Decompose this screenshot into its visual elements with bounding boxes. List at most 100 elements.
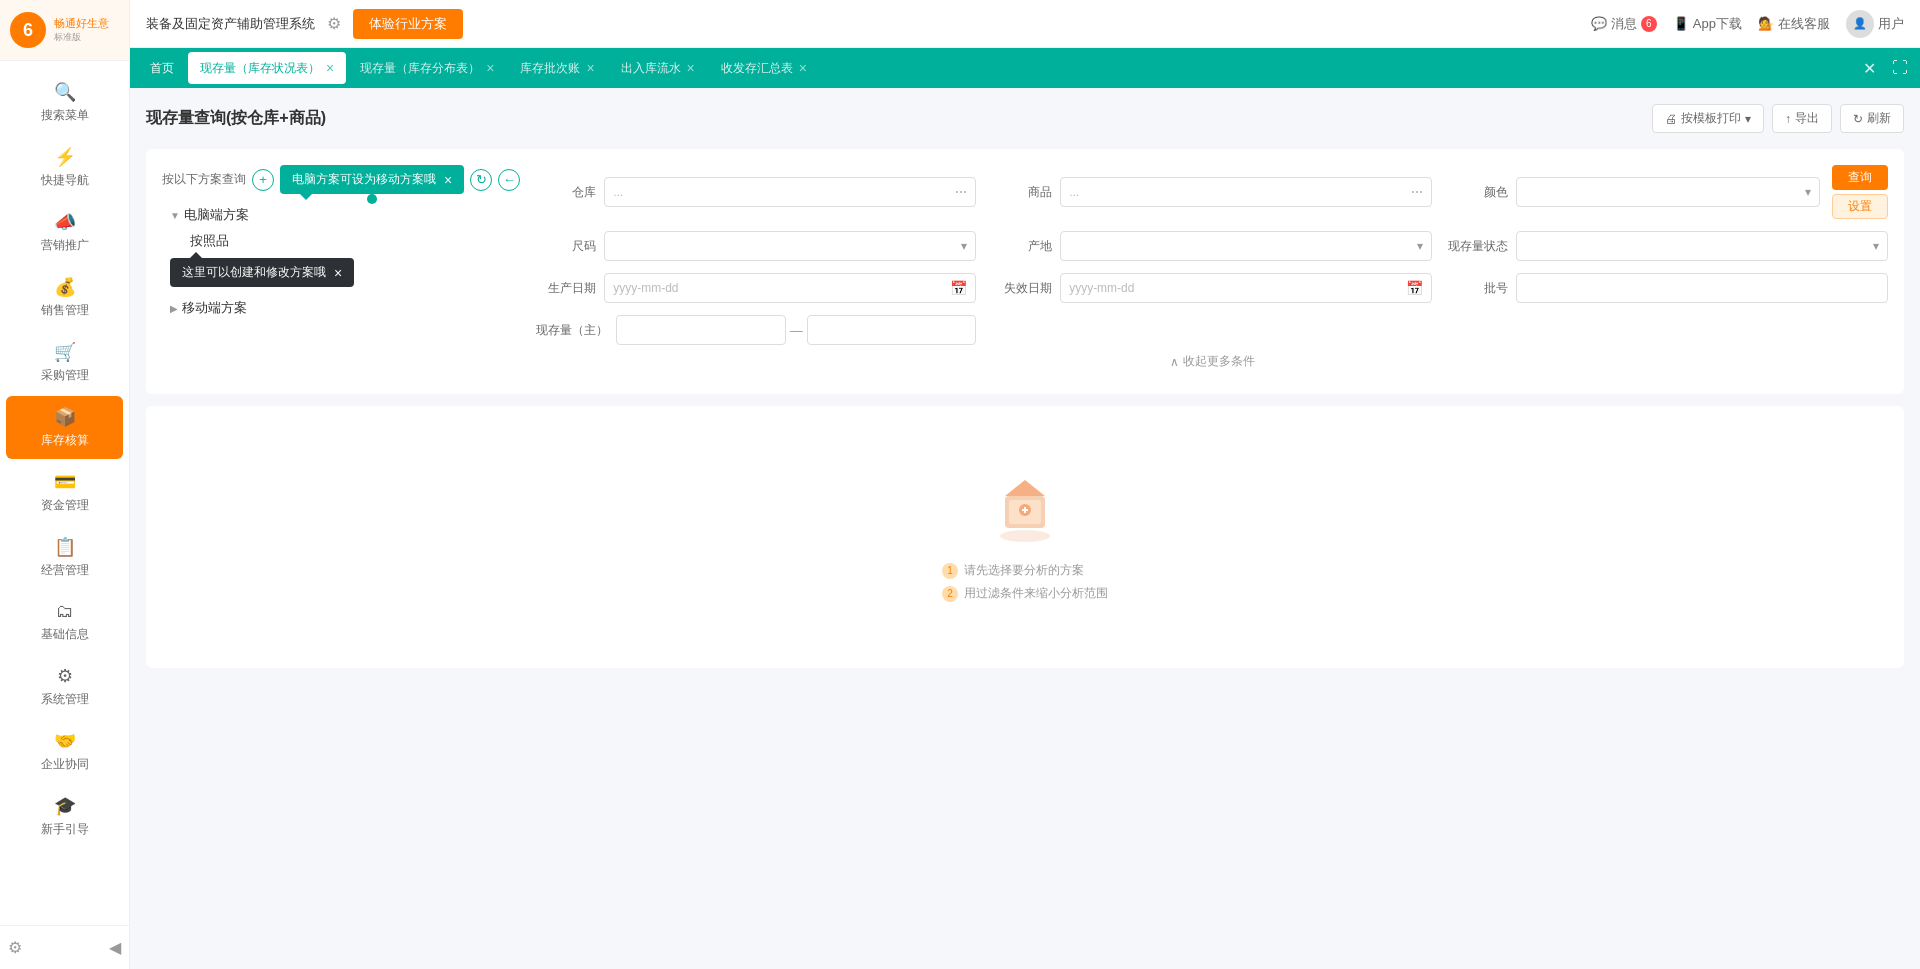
scheme-item-mobile[interactable]: ▶ 移动端方案 (162, 295, 520, 321)
tab-close-in-out-flow[interactable]: × (687, 60, 695, 76)
tab-stock-dist[interactable]: 现存量（库存分布表） × (348, 52, 506, 84)
scheme-item-pc[interactable]: ▼ 电脑端方案 (162, 202, 520, 228)
pc-sub-scheme[interactable]: 按照品 (162, 228, 520, 254)
phone-icon: 📱 (1673, 16, 1689, 31)
sidebar-item-quick-nav[interactable]: ⚡ 快捷导航 (6, 136, 123, 199)
filter-size-row: 尺码 ▾ (536, 231, 976, 261)
sidebar-bottom: ⚙ ◀ (0, 925, 129, 969)
filter-expiry-date-row: 失效日期 yyyy-mm-dd 📅 (992, 273, 1432, 303)
experience-btn[interactable]: 体验行业方案 (353, 9, 463, 39)
filter-header-row: 按以下方案查询 + 电脑方案可设为移动方案哦 × ↻ (162, 165, 520, 194)
sidebar-item-sales[interactable]: 💰 销售管理 (6, 266, 123, 329)
online-service-item[interactable]: 💁 在线客服 (1758, 15, 1830, 33)
filter-grid: 仓库 ... ⋯ 商品 ... ⋯ (536, 165, 1888, 345)
tooltip-green: 电脑方案可设为移动方案哦 × (280, 165, 464, 194)
warehouse-placeholder: ... (613, 185, 623, 199)
size-select[interactable]: ▾ (604, 231, 976, 261)
color-select[interactable]: ▾ (1516, 177, 1820, 207)
filter-stock-status-row: 现存量状态 ▾ (1448, 231, 1888, 261)
tooltip-dark: 这里可以创建和修改方案哦 × (170, 258, 354, 287)
refresh-btn[interactable]: ↻ 刷新 (1840, 104, 1904, 133)
sidebar-item-finance[interactable]: 💳 资金管理 (6, 461, 123, 524)
filter-goods-row: 商品 ... ⋯ (992, 165, 1432, 219)
tab-close-receive-summary[interactable]: × (799, 60, 807, 76)
tooltip1-close-btn[interactable]: × (444, 172, 452, 188)
tab-home[interactable]: 首页 (138, 52, 186, 84)
origin-dropdown-icon: ▾ (1417, 239, 1423, 253)
lightning-icon: ⚡ (54, 146, 76, 168)
user-item[interactable]: 👤 用户 (1846, 10, 1904, 38)
scheme-pc-sub[interactable]: 按照品 (182, 228, 520, 254)
sidebar-item-enterprise[interactable]: 🤝 企业协同 (6, 720, 123, 783)
empty-steps: 1 请先选择要分析的方案 2 用过滤条件来缩小分析范围 (942, 562, 1108, 608)
sidebar-item-marketing[interactable]: 📣 营销推广 (6, 201, 123, 264)
stock-main-sep: — (790, 323, 803, 338)
back-scheme-btn[interactable]: ← (498, 169, 520, 191)
filter-prod-date-row: 生产日期 yyyy-mm-dd 📅 (536, 273, 976, 303)
add-scheme-btn[interactable]: + (252, 169, 274, 191)
filter-stock-main-row: 现存量（主） — (536, 315, 976, 345)
svg-marker-3 (1005, 480, 1045, 496)
sidebar-item-purchase[interactable]: 🛒 采购管理 (6, 331, 123, 394)
sidebar-item-stock[interactable]: 📦 库存核算 (6, 396, 123, 459)
color-label: 颜色 (1448, 184, 1508, 201)
svg-point-0 (1000, 530, 1050, 542)
search-btn[interactable]: 查询 (1832, 165, 1888, 190)
message-item[interactable]: 💬 消息 6 (1591, 15, 1657, 33)
top-header: 装备及固定资产辅助管理系统 ⚙ 体验行业方案 💬 消息 6 📱 App下载 💁 … (130, 0, 1920, 48)
origin-select[interactable]: ▾ (1060, 231, 1432, 261)
step-num-1: 1 (942, 563, 958, 579)
tab-close-stock-dist[interactable]: × (486, 60, 494, 76)
megaphone-icon: 📣 (54, 211, 76, 233)
sidebar-item-system[interactable]: ⚙ 系统管理 (6, 655, 123, 718)
tab-close-batch-account[interactable]: × (586, 60, 594, 76)
sidebar-item-search[interactable]: 🔍 搜索菜单 (6, 71, 123, 134)
stock-main-max-input[interactable] (807, 315, 976, 345)
tab-stock-status[interactable]: 现存量（库存状况表） × (188, 52, 346, 84)
stock-main-min-input[interactable] (616, 315, 785, 345)
tab-receive-summary[interactable]: 收发存汇总表 × (709, 52, 819, 84)
reset-btn[interactable]: 设置 (1832, 194, 1888, 219)
calendar-icon-prod: 📅 (950, 280, 967, 296)
tooltip2-close-btn[interactable]: × (334, 265, 342, 281)
close-all-tabs-icon[interactable]: ✕ (1859, 55, 1880, 82)
stock-status-select[interactable]: ▾ (1516, 231, 1888, 261)
app-download-item[interactable]: 📱 App下载 (1673, 15, 1742, 33)
stock-main-range: — (616, 315, 976, 345)
search-icon: 🔍 (54, 81, 76, 103)
batch-label: 批号 (1448, 280, 1508, 297)
expand-icon[interactable]: ⛶ (1888, 55, 1912, 82)
print-dropdown-icon: ▾ (1745, 112, 1751, 126)
page-actions: 🖨 按模板打印 ▾ ↑ 导出 ↻ 刷新 (1652, 104, 1904, 133)
sidebar-item-operations[interactable]: 📋 经营管理 (6, 526, 123, 589)
sidebar-item-basic-info[interactable]: 🗂 基础信息 (6, 591, 123, 653)
expiry-date-input[interactable]: yyyy-mm-dd 📅 (1060, 273, 1432, 303)
filter-warehouse-row: 仓库 ... ⋯ (536, 165, 976, 219)
collapse-sidebar-icon[interactable]: ◀ (109, 938, 121, 957)
expiry-date-label: 失效日期 (992, 280, 1052, 297)
export-btn[interactable]: ↑ 导出 (1772, 104, 1832, 133)
settings-bottom-icon[interactable]: ⚙ (8, 938, 22, 957)
print-btn[interactable]: 🖨 按模板打印 ▾ (1652, 104, 1764, 133)
prod-date-input[interactable]: yyyy-mm-dd 📅 (604, 273, 976, 303)
goods-dropdown-icon: ⋯ (1411, 185, 1423, 199)
header-settings-icon[interactable]: ⚙ (327, 14, 341, 33)
goods-select[interactable]: ... ⋯ (1060, 177, 1432, 207)
box-icon: 📦 (54, 406, 76, 428)
tab-close-stock-status[interactable]: × (326, 60, 334, 76)
connector-dot-1 (367, 194, 377, 204)
tooltip2-arrow (190, 252, 202, 258)
calendar-icon-expiry: 📅 (1406, 280, 1423, 296)
tab-batch-account[interactable]: 库存批次账 × (508, 52, 606, 84)
tab-in-out-flow[interactable]: 出入库流水 × (609, 52, 707, 84)
refresh-scheme-btn[interactable]: ↻ (470, 169, 492, 191)
header-right: 💬 消息 6 📱 App下载 💁 在线客服 👤 用户 (1591, 10, 1904, 38)
warehouse-select[interactable]: ... ⋯ (604, 177, 976, 207)
logo-area: 6 畅通好生意 标准版 (0, 0, 129, 61)
batch-input[interactable] (1516, 273, 1888, 303)
sidebar-item-tutorial[interactable]: 🎓 新手引导 (6, 785, 123, 848)
filter-panel: 按以下方案查询 + 电脑方案可设为移动方案哦 × ↻ (146, 149, 1904, 394)
filter-color-row: 颜色 ▾ 查询 设置 (1448, 165, 1888, 219)
logo-icon: 6 (10, 12, 46, 48)
collapse-btn[interactable]: ∧ 收起更多条件 (536, 345, 1888, 378)
